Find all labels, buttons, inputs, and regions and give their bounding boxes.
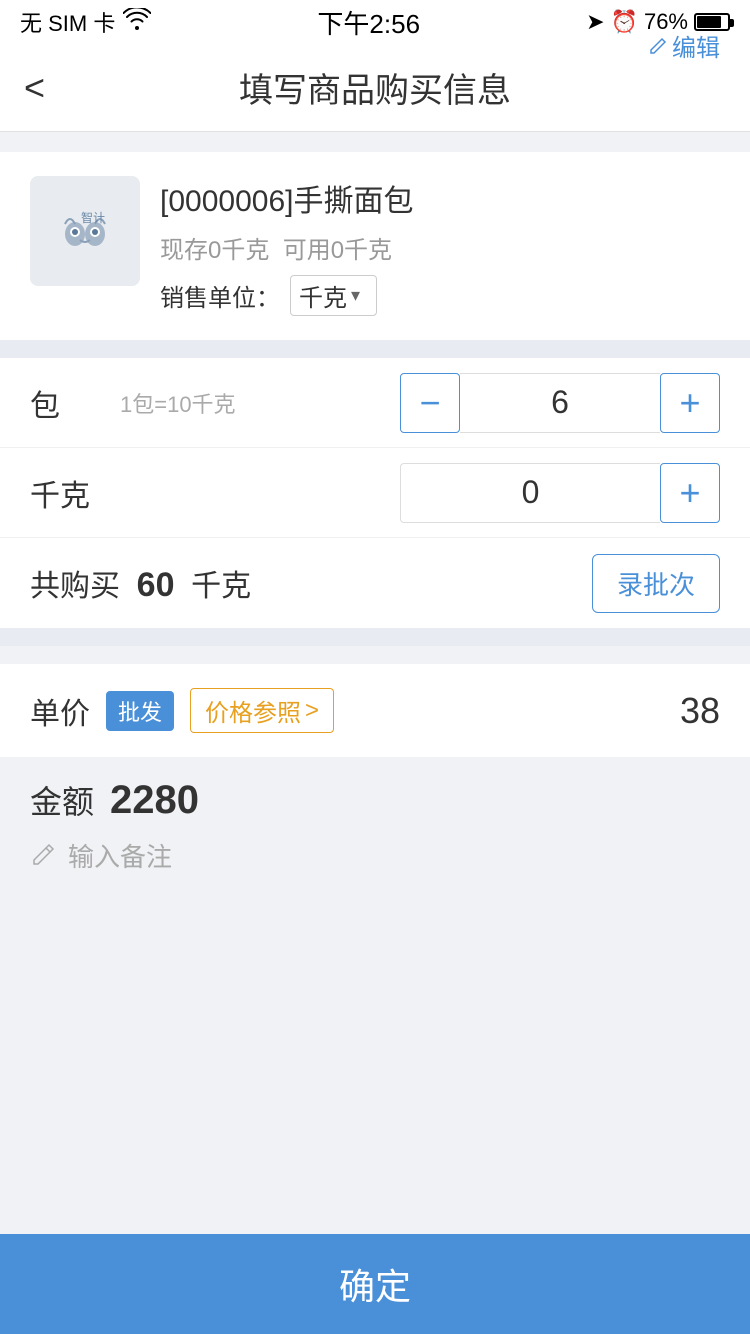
alarm-icon: ⏰ — [611, 9, 638, 35]
location-icon: ➤ — [586, 9, 604, 35]
kg-plus-button[interactable]: + — [660, 463, 720, 523]
kg-input[interactable] — [400, 463, 660, 523]
price-section: 单价 批发 价格参照 > 38 — [0, 664, 750, 757]
bao-input[interactable] — [460, 373, 660, 433]
product-info: [0000006]手撕面包 现存0千克 可用0千克 销售单位： 千克 ▾ — [160, 176, 720, 316]
bao-minus-button[interactable]: − — [400, 373, 460, 433]
product-stock: 现存0千克 可用0千克 — [160, 230, 720, 265]
back-button[interactable]: < — [24, 67, 45, 109]
note-placeholder[interactable]: 输入备注 — [68, 837, 172, 874]
product-name: [0000006]手撕面包 — [160, 176, 720, 220]
section-divider-1 — [0, 340, 750, 358]
carrier-text: 无 SIM 卡 — [20, 6, 115, 38]
confirm-button[interactable]: 确定 — [0, 1234, 750, 1334]
bao-input-row: 包 1包=10千克 − + — [0, 358, 750, 448]
status-left: 无 SIM 卡 — [20, 6, 151, 38]
dropdown-arrow-icon: ▾ — [351, 285, 360, 306]
status-time: 下午2:56 — [317, 4, 420, 41]
price-row: 单价 批发 价格参照 > 38 — [30, 688, 720, 733]
product-unit-row: 销售单位： 千克 ▾ — [160, 275, 720, 316]
bao-plus-button[interactable]: + — [660, 373, 720, 433]
price-ref-button[interactable]: 价格参照 > — [190, 688, 334, 733]
amount-section: 金额 2280 输入备注 — [0, 757, 750, 888]
amount-value: 2280 — [110, 778, 199, 823]
batch-button[interactable]: 录批次 — [592, 554, 720, 613]
price-label: 单价 — [30, 689, 90, 733]
edit-button[interactable]: 编辑 — [648, 28, 720, 63]
status-bar: 无 SIM 卡 下午2:56 ➤ ⏰ 76% — [0, 0, 750, 44]
wifi-icon — [123, 8, 151, 36]
pencil-icon — [30, 838, 58, 873]
kg-controls: + — [400, 463, 720, 523]
unit-label: 销售单位： — [160, 278, 280, 313]
bao-sub-label: 1包=10千克 — [120, 387, 400, 419]
section-divider-2 — [0, 628, 750, 646]
note-row[interactable]: 输入备注 — [30, 837, 720, 874]
product-thumbnail: 智计 — [30, 176, 140, 286]
amount-row: 金额 2280 — [30, 777, 720, 823]
svg-text:智计: 智计 — [81, 210, 105, 225]
price-ref-arrow-icon: > — [305, 697, 319, 725]
unit-select[interactable]: 千克 ▾ — [290, 275, 377, 316]
amount-label: 金额 — [30, 777, 94, 823]
empty-space — [0, 888, 750, 1268]
input-section: 包 1包=10千克 − + 千克 + — [0, 358, 750, 538]
bao-controls: − + — [400, 373, 720, 433]
price-value: 38 — [680, 690, 720, 732]
confirm-button-label: 确定 — [339, 1258, 411, 1310]
product-card: 智计 [0000006]手撕面包 现存0千克 可用0千克 销售单位： 千克 ▾ … — [0, 152, 750, 340]
total-row: 共购买 60 千克 录批次 — [0, 538, 750, 628]
kg-label: 千克 — [30, 471, 110, 515]
price-tag: 批发 — [106, 691, 174, 731]
kg-input-row: 千克 + — [0, 448, 750, 538]
nav-bar: < 填写商品购买信息 — [0, 44, 750, 132]
total-text: 共购买 60 千克 — [30, 561, 251, 605]
bao-label: 包 — [30, 381, 110, 425]
page-title: 填写商品购买信息 — [239, 63, 511, 112]
